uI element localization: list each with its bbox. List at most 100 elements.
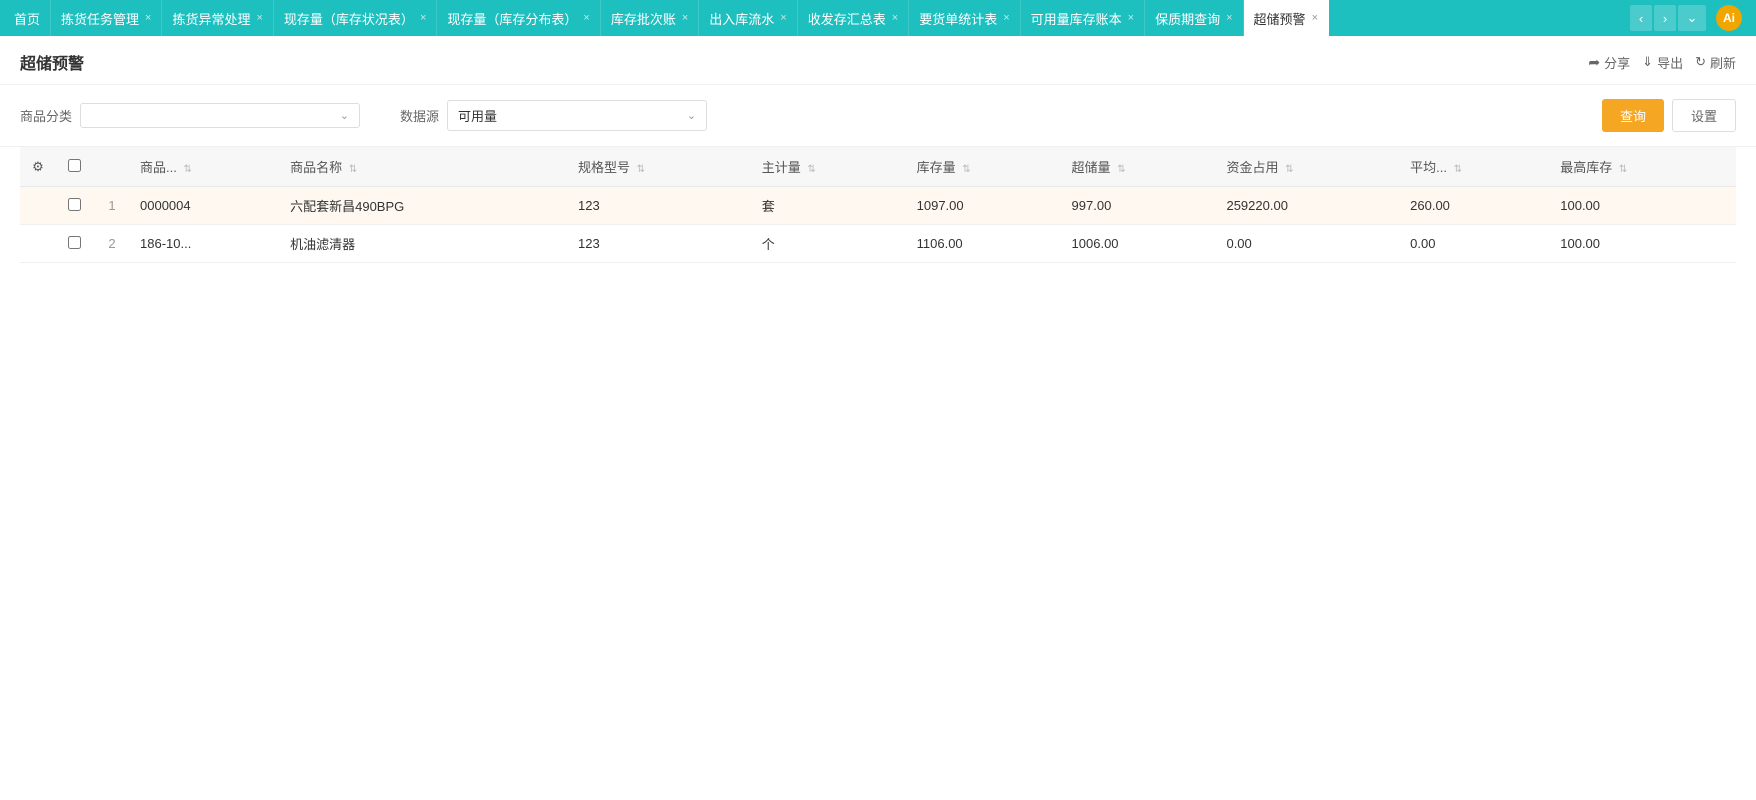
col-rownum-header [92, 147, 132, 187]
row-checkbox[interactable] [68, 236, 81, 249]
nav-close-icon[interactable]: × [1312, 13, 1318, 24]
col-gear[interactable]: ⚙ [20, 147, 56, 187]
settings-button[interactable]: 设置 [1672, 99, 1736, 132]
row-checkbox[interactable] [68, 198, 81, 211]
query-button[interactable]: 查询 [1602, 99, 1664, 132]
nav-right-arrow[interactable]: › [1654, 5, 1676, 31]
col-spec-label: 规格型号 [578, 160, 630, 175]
export-icon: ⇓ [1642, 54, 1653, 70]
row-max-stock: 100.00 [1552, 225, 1736, 263]
nav-close-icon[interactable]: × [145, 13, 151, 24]
nav-item-出入库流水[interactable]: 出入库流水× [699, 0, 797, 36]
col-capital-header[interactable]: 资金占用 ⇅ [1218, 147, 1402, 187]
nav-item-保质期查询[interactable]: 保质期查询× [1145, 0, 1243, 36]
col-product-code-label: 商品... [140, 160, 177, 175]
page-header: 超储预警 ➦ 分享 ⇓ 导出 ↻ 刷新 [0, 36, 1756, 85]
nav-item-拣货任务管理[interactable]: 拣货任务管理× [51, 0, 162, 36]
refresh-label: 刷新 [1710, 53, 1736, 72]
col-spec-sort-icon: ⇅ [637, 164, 645, 175]
col-capital-sort-icon: ⇅ [1285, 164, 1293, 175]
share-label: 分享 [1604, 53, 1630, 72]
row-gear-cell [20, 225, 56, 263]
nav-item-现存量（库存分布表）[interactable]: 现存量（库存分布表）× [437, 0, 600, 36]
row-product-code: 0000004 [132, 187, 282, 225]
share-button[interactable]: ➦ 分享 [1588, 53, 1630, 72]
select-all-checkbox[interactable] [68, 159, 81, 172]
table-header-row: ⚙ 商品... ⇅ 商品名称 ⇅ 规格型号 ⇅ [20, 147, 1736, 187]
nav-close-icon[interactable]: × [682, 13, 688, 24]
nav-close-icon[interactable]: × [1003, 13, 1009, 24]
col-product-name-sort-icon: ⇅ [349, 164, 357, 175]
nav-close-icon[interactable]: × [256, 13, 262, 24]
nav-close-icon[interactable]: × [1226, 13, 1232, 24]
row-product-name: 机油滤清器 [282, 225, 570, 263]
nav-item-可用量库存账本[interactable]: 可用量库存账本× [1021, 0, 1145, 36]
category-arrow-icon: ⌄ [340, 109, 349, 122]
col-product-code-sort-icon: ⇅ [183, 164, 191, 175]
datasource-filter-group: 数据源 可用量 ⌄ [400, 100, 707, 131]
table-row: 10000004六配套新昌490BPG123套1097.00997.002592… [20, 187, 1736, 225]
nav-left-arrow[interactable]: ‹ [1630, 5, 1652, 31]
row-unit: 个 [754, 225, 909, 263]
nav-close-icon[interactable]: × [583, 13, 589, 24]
col-capital-label: 资金占用 [1226, 160, 1278, 175]
user-avatar[interactable]: Ai [1716, 5, 1742, 31]
datasource-arrow-icon: ⌄ [687, 109, 696, 122]
table-body: 10000004六配套新昌490BPG123套1097.00997.002592… [20, 187, 1736, 263]
nav-item-现存量（库存状况表）[interactable]: 现存量（库存状况表）× [274, 0, 437, 36]
nav-item-库存批次账[interactable]: 库存批次账× [601, 0, 699, 36]
datasource-select-value: 可用量 [458, 106, 497, 125]
export-label: 导出 [1657, 53, 1683, 72]
table-row: 2186-10...机油滤清器123个1106.001006.000.000.0… [20, 225, 1736, 263]
col-stock-label: 库存量 [917, 160, 956, 175]
col-product-name-header[interactable]: 商品名称 ⇅ [282, 147, 570, 187]
row-stock: 1097.00 [909, 187, 1064, 225]
nav-item-要货单统计表[interactable]: 要货单统计表× [909, 0, 1020, 36]
row-max-stock: 100.00 [1552, 187, 1736, 225]
nav-close-icon[interactable]: × [1128, 13, 1134, 24]
table-header: ⚙ 商品... ⇅ 商品名称 ⇅ 规格型号 ⇅ [20, 147, 1736, 187]
col-spec-header[interactable]: 规格型号 ⇅ [570, 147, 754, 187]
row-capital: 0.00 [1218, 225, 1402, 263]
nav-item-收发存汇总表[interactable]: 收发存汇总表× [798, 0, 909, 36]
col-unit-header[interactable]: 主计量 ⇅ [754, 147, 909, 187]
col-stock-sort-icon: ⇅ [962, 164, 970, 175]
row-gear-cell [20, 187, 56, 225]
row-avg: 260.00 [1402, 187, 1552, 225]
row-number: 2 [92, 225, 132, 263]
col-overstock-sort-icon: ⇅ [1117, 164, 1125, 175]
col-product-code-header[interactable]: 商品... ⇅ [132, 147, 282, 187]
nav-item-拣货异常处理[interactable]: 拣货异常处理× [162, 0, 273, 36]
nav-item-超储预警[interactable]: 超储预警× [1244, 0, 1329, 36]
nav-item-首页[interactable]: 首页 [4, 0, 51, 36]
row-product-code: 186-10... [132, 225, 282, 263]
row-product-name: 六配套新昌490BPG [282, 187, 570, 225]
refresh-button[interactable]: ↻ 刷新 [1695, 53, 1736, 72]
datasource-select[interactable]: 可用量 ⌄ [447, 100, 707, 131]
col-overstock-header[interactable]: 超储量 ⇅ [1064, 147, 1219, 187]
row-spec: 123 [570, 187, 754, 225]
category-label: 商品分类 [20, 106, 72, 125]
category-filter-group: 商品分类 ⌄ [20, 103, 360, 128]
category-select[interactable]: ⌄ [80, 103, 360, 128]
nav-close-icon[interactable]: × [892, 13, 898, 24]
row-over-stock: 1006.00 [1064, 225, 1219, 263]
page-title: 超储预警 [20, 50, 84, 74]
nav-close-icon[interactable]: × [780, 13, 786, 24]
export-button[interactable]: ⇓ 导出 [1642, 53, 1683, 72]
row-avg: 0.00 [1402, 225, 1552, 263]
col-product-name-label: 商品名称 [290, 160, 342, 175]
col-avg-header[interactable]: 平均... ⇅ [1402, 147, 1552, 187]
row-capital: 259220.00 [1218, 187, 1402, 225]
col-avg-label: 平均... [1410, 160, 1447, 175]
col-maxstock-header[interactable]: 最高库存 ⇅ [1552, 147, 1736, 187]
table-container: ⚙ 商品... ⇅ 商品名称 ⇅ 规格型号 ⇅ [0, 147, 1756, 263]
share-icon: ➦ [1588, 54, 1600, 71]
row-checkbox-cell [56, 187, 92, 225]
row-unit: 套 [754, 187, 909, 225]
col-maxstock-label: 最高库存 [1560, 160, 1612, 175]
nav-menu-arrow[interactable]: ⌄ [1678, 5, 1706, 31]
top-nav: 首页拣货任务管理×拣货异常处理×现存量（库存状况表）×现存量（库存分布表）×库存… [0, 0, 1756, 36]
col-stock-header[interactable]: 库存量 ⇅ [909, 147, 1064, 187]
nav-close-icon[interactable]: × [420, 13, 426, 24]
